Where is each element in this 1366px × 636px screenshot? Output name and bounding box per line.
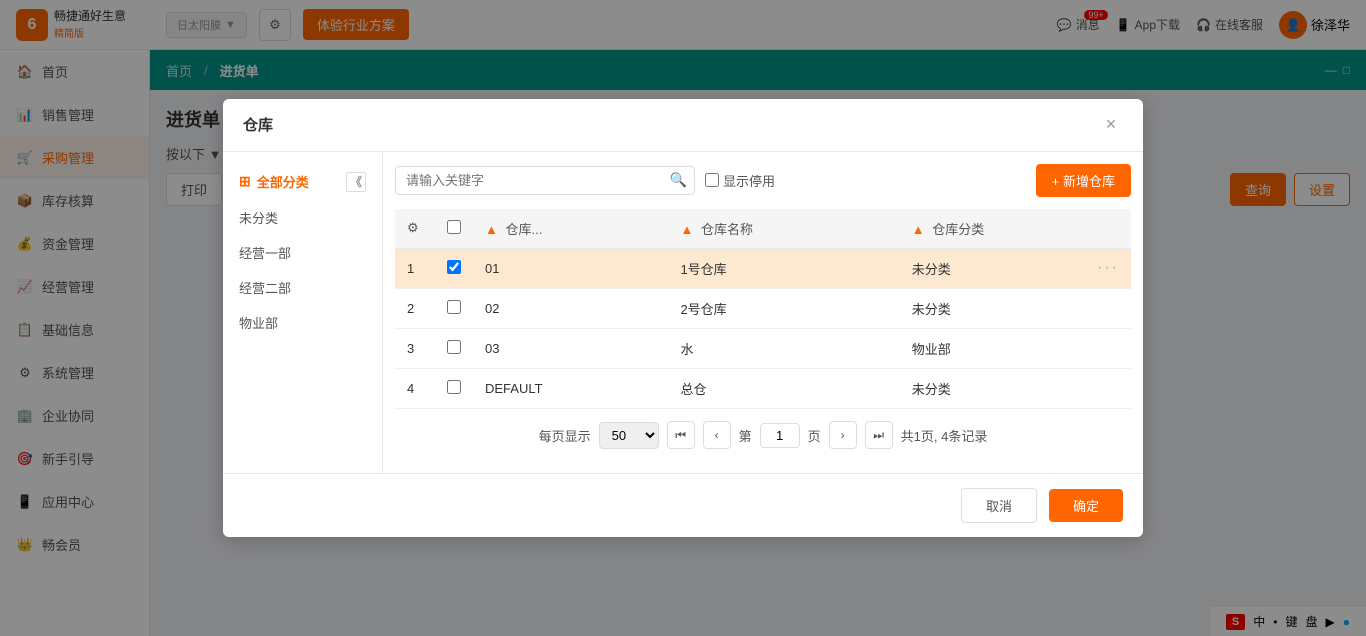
grid-icon: ⊞ [239,173,251,190]
table-row[interactable]: 1 01 1号仓库 未分类 ··· [395,248,1131,289]
pagination-bar: 每页显示 20 50 100 ⏮ ‹ 第 页 › ⏭ 共1页, 4条记录 [395,409,1131,461]
row-checkbox[interactable] [447,300,461,314]
category-item-ops2[interactable]: 经营二部 [223,270,382,305]
row-checkbox[interactable] [447,260,461,274]
sort-icon-code: ▲ [485,222,498,237]
warehouse-table: ⚙ ▲ 仓库... ▲ 仓库名称 [395,209,1131,410]
table-row[interactable]: 4 DEFAULT 总仓 未分类 [395,369,1131,409]
add-warehouse-button[interactable]: + 新增仓库 [1036,164,1131,197]
dialog-overlay: 仓库 × ⊞ 全部分类 《 未分类 经营一部 经营二部 物业部 [0,0,1366,636]
page-unit: 页 [808,426,821,445]
table-row[interactable]: 3 03 水 物业部 [395,329,1131,369]
page-label: 第 [739,426,752,445]
warehouse-dialog: 仓库 × ⊞ 全部分类 《 未分类 经营一部 经营二部 物业部 [223,99,1143,538]
column-settings-icon[interactable]: ⚙ [407,220,419,235]
row-name: 总仓 [668,369,899,409]
category-item-unclassified[interactable]: 未分类 [223,200,382,235]
collapse-button[interactable]: 《 [346,172,366,192]
dialog-footer: 取消 确定 [223,473,1143,537]
per-page-label: 每页显示 [539,426,591,445]
row-category: 物业部 [900,329,1131,369]
row-no: 4 [395,369,435,409]
row-code: DEFAULT [473,369,668,409]
row-checkbox-cell [435,329,473,369]
row-name: 1号仓库 [668,248,899,289]
row-checkbox[interactable] [447,380,461,394]
table-row[interactable]: 2 02 2号仓库 未分类 [395,289,1131,329]
search-input-wrap: 🔍 [395,166,695,195]
search-bar: 🔍 显示停用 + 新增仓库 [395,164,1131,197]
row-checkbox-cell [435,369,473,409]
content-panel: 🔍 显示停用 + 新增仓库 ⚙ [383,152,1143,474]
table-body: 1 01 1号仓库 未分类 ··· 2 02 2号仓库 未分类 3 03 水 物… [395,248,1131,409]
show-disabled-checkbox[interactable] [705,173,719,187]
page-first-button[interactable]: ⏮ [667,421,695,449]
th-category: ▲ 仓库分类 [900,209,1131,249]
row-category: 未分类 [900,289,1131,329]
row-no: 2 [395,289,435,329]
category-panel: ⊞ 全部分类 《 未分类 经营一部 经营二部 物业部 [223,152,383,474]
category-item-property[interactable]: 物业部 [223,305,382,340]
category-all-label: 全部分类 [257,172,309,191]
table-header-row: ⚙ ▲ 仓库... ▲ 仓库名称 [395,209,1131,249]
dialog-header: 仓库 × [223,99,1143,152]
dialog-title: 仓库 [243,114,273,135]
row-no: 3 [395,329,435,369]
row-no: 1 [395,248,435,289]
category-item-ops1[interactable]: 经营一部 [223,235,382,270]
page-next-button[interactable]: › [829,421,857,449]
row-category: 未分类 [900,369,1131,409]
row-checkbox[interactable] [447,340,461,354]
total-info: 共1页, 4条记录 [901,426,988,445]
sort-icon-category: ▲ [912,222,925,237]
per-page-select[interactable]: 20 50 100 [599,422,659,449]
row-category: 未分类 ··· [900,249,1131,289]
th-checkbox [435,209,473,249]
sort-icon-name: ▲ [680,222,693,237]
page-last-button[interactable]: ⏭ [865,421,893,449]
search-icon[interactable]: 🔍 [670,172,687,189]
th-name: ▲ 仓库名称 [668,209,899,249]
confirm-button[interactable]: 确定 [1049,489,1123,522]
dialog-body: ⊞ 全部分类 《 未分类 经营一部 经营二部 物业部 🔍 [223,152,1143,474]
row-code: 03 [473,329,668,369]
category-header[interactable]: ⊞ 全部分类 《 [223,164,382,200]
row-checkbox-cell [435,248,473,289]
page-input[interactable] [760,423,800,448]
dialog-close-button[interactable]: × [1099,113,1123,137]
th-settings: ⚙ [395,209,435,249]
row-checkbox-cell [435,289,473,329]
row-code: 02 [473,289,668,329]
search-input[interactable] [395,166,695,195]
row-code: 01 [473,248,668,289]
cancel-button[interactable]: 取消 [961,488,1037,523]
page-prev-button[interactable]: ‹ [703,421,731,449]
show-disabled-label[interactable]: 显示停用 [705,171,775,190]
row-name: 2号仓库 [668,289,899,329]
select-all-checkbox[interactable] [447,220,461,234]
row-name: 水 [668,329,899,369]
th-code: ▲ 仓库... [473,209,668,249]
action-dots[interactable]: ··· [1097,259,1119,277]
